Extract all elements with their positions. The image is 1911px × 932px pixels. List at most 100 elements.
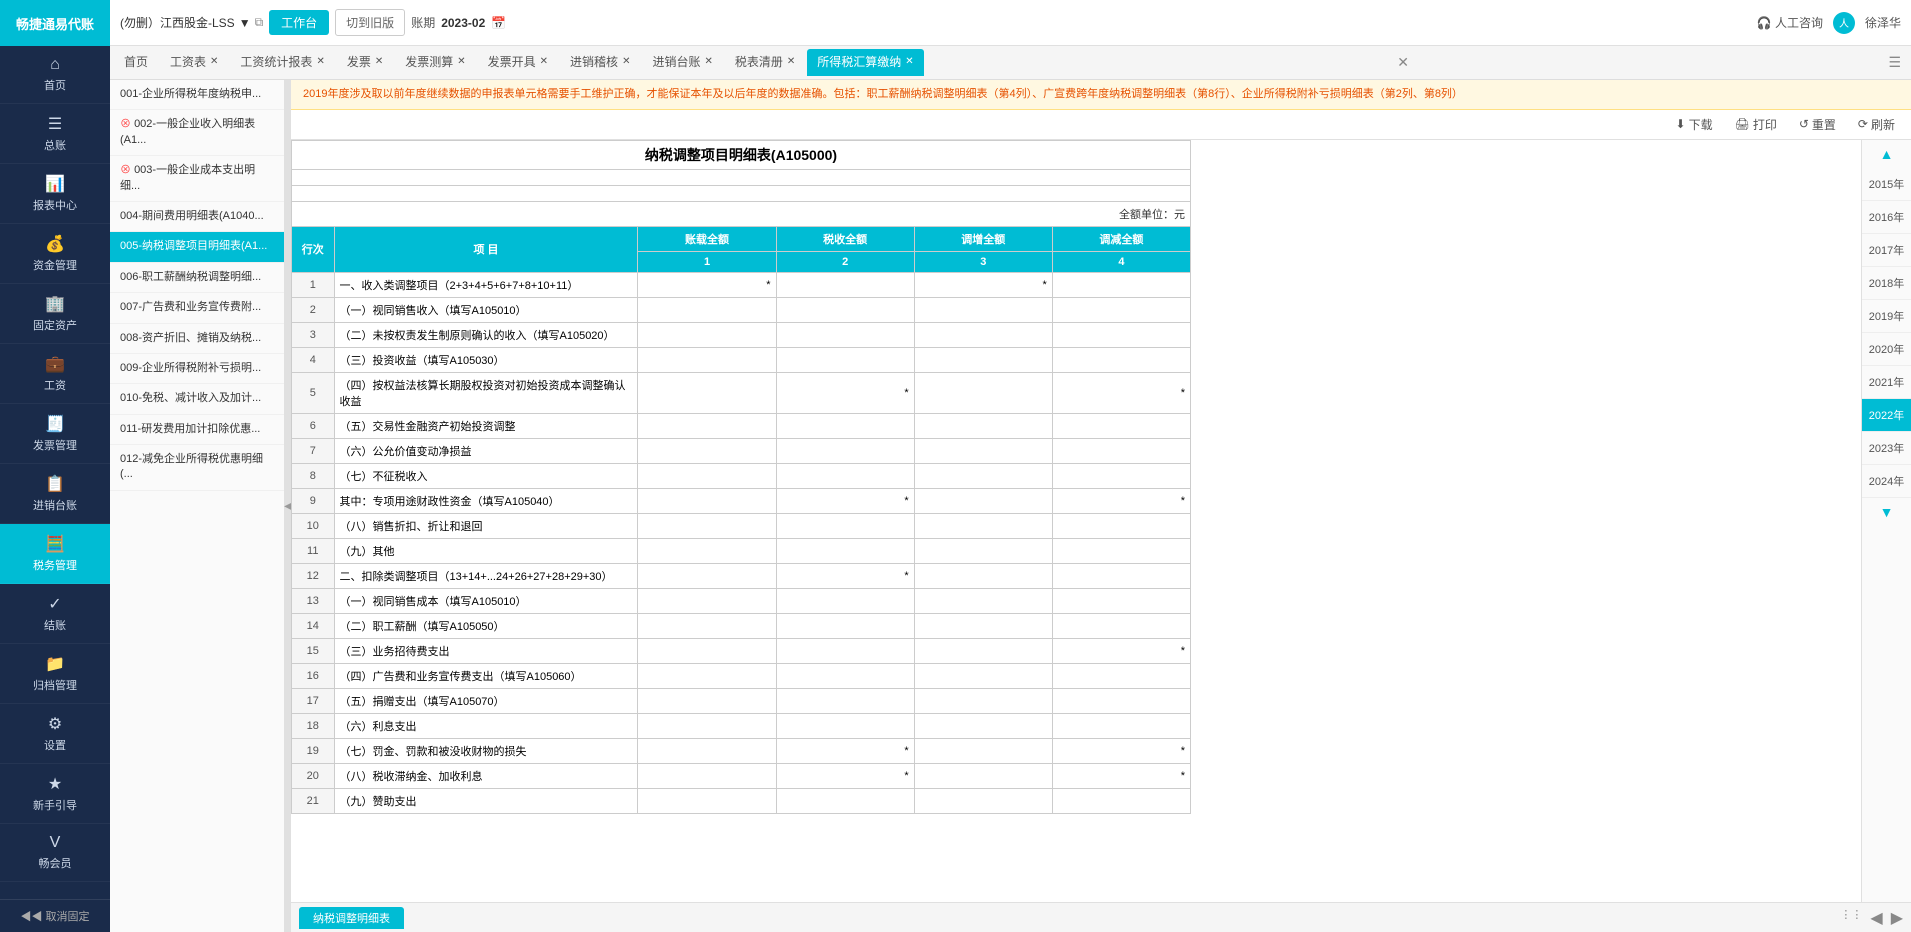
tabbar: 首页 工资表 ✕ 工资统计报表 ✕ 发票 ✕ 发票测算 ✕ 发票开具 ✕ 进销稽… bbox=[110, 46, 1911, 80]
year-2020[interactable]: 2020年 bbox=[1862, 333, 1911, 366]
tab-salary[interactable]: 工资表 ✕ bbox=[160, 49, 228, 76]
left-item-005[interactable]: 005-纳税调整项目明细表(A1... bbox=[110, 232, 284, 262]
sidebar-unpin[interactable]: ◀◀ 取消固定 bbox=[0, 899, 110, 932]
tab-purchase-ledger[interactable]: 进销台账 ✕ bbox=[642, 49, 722, 76]
refresh-button[interactable]: ⟳ 刷新 bbox=[1852, 114, 1901, 135]
year-2015[interactable]: 2015年 bbox=[1862, 168, 1911, 201]
user-name[interactable]: 徐泽华 bbox=[1865, 14, 1901, 31]
tab-invoice-close[interactable]: ✕ bbox=[375, 56, 383, 67]
year-2018[interactable]: 2018年 bbox=[1862, 267, 1911, 300]
tab-tax-list-close[interactable]: ✕ bbox=[787, 56, 795, 67]
tab-invoice-open-close[interactable]: ✕ bbox=[540, 56, 548, 67]
year-2016[interactable]: 2016年 bbox=[1862, 201, 1911, 234]
tab-purchase-check[interactable]: 进销稽核 ✕ bbox=[560, 49, 640, 76]
refresh-icon: ⟳ bbox=[1858, 117, 1868, 131]
tab-invoice-open[interactable]: 发票开具 ✕ bbox=[478, 49, 558, 76]
tab-income-tax[interactable]: 所得税汇算缴纳 ✕ bbox=[807, 49, 923, 76]
table-row: 8 （七）不征税收入 bbox=[292, 463, 1191, 488]
sheet-bottom-tab[interactable]: 纳税调整明细表 bbox=[299, 907, 404, 929]
sidebar-item-home[interactable]: ⌂ 首页 bbox=[0, 46, 110, 104]
year-2023[interactable]: 2023年 bbox=[1862, 432, 1911, 465]
year-nav-down[interactable]: ▼ bbox=[1862, 498, 1911, 526]
left-item-002[interactable]: ⊗ 002-一般企业收入明细表(A1... bbox=[110, 110, 284, 156]
table-row: 14 （二）职工薪酬（填写A105050） bbox=[292, 613, 1191, 638]
copy-icon[interactable]: ⧉ bbox=[255, 15, 264, 30]
calendar-icon[interactable]: 📅 bbox=[491, 16, 506, 30]
sidebar-item-tax[interactable]: 🧮 税务管理 bbox=[0, 524, 110, 584]
company-selector[interactable]: (勿删）江西股金-LSS ▼ ⧉ bbox=[120, 14, 263, 31]
sidebar-item-guide[interactable]: ★ 新手引导 bbox=[0, 764, 110, 824]
left-item-010[interactable]: 010-免税、减计收入及加计... bbox=[110, 384, 284, 414]
tab-invoice[interactable]: 发票 ✕ bbox=[337, 49, 393, 76]
print-button[interactable]: 🖨 打印 bbox=[1729, 114, 1783, 135]
table-row: 20 （八）税收滞纳金、加收利息 * * bbox=[292, 763, 1191, 788]
sidebar-item-report[interactable]: 📊 报表中心 bbox=[0, 164, 110, 224]
sidebar-item-assets[interactable]: 🏢 固定资产 bbox=[0, 284, 110, 344]
year-nav-up[interactable]: ▲ bbox=[1862, 140, 1911, 168]
sidebar-item-fund[interactable]: 💰 资金管理 bbox=[0, 224, 110, 284]
reset-button[interactable]: ↺ 重置 bbox=[1793, 114, 1842, 135]
sheet-title: 纳税调整项目明细表(A105000) bbox=[292, 140, 1191, 169]
sidebar-item-settings[interactable]: ⚙ 设置 bbox=[0, 704, 110, 764]
sidebar-item-archive[interactable]: 📁 归档管理 bbox=[0, 644, 110, 704]
year-2017[interactable]: 2017年 bbox=[1862, 234, 1911, 267]
sidebar-item-member[interactable]: V 畅会员 bbox=[0, 824, 110, 882]
left-item-012[interactable]: 012-减免企业所得税优惠明细(... bbox=[110, 445, 284, 491]
nav-right[interactable]: ▶ bbox=[1891, 908, 1903, 928]
switch-old-button[interactable]: 切到旧版 bbox=[335, 9, 405, 36]
left-item-001[interactable]: 001-企业所得税年度纳税申... bbox=[110, 80, 284, 110]
tab-tax-list[interactable]: 税表清册 ✕ bbox=[725, 49, 805, 76]
dropdown-icon: ▼ bbox=[239, 16, 251, 30]
sidebar-item-settle[interactable]: ✓ 结账 bbox=[0, 584, 110, 644]
tab-salary-report[interactable]: 工资统计报表 ✕ bbox=[230, 49, 334, 76]
user-avatar[interactable]: 人 bbox=[1833, 12, 1855, 34]
year-2021[interactable]: 2021年 bbox=[1862, 366, 1911, 399]
download-button[interactable]: ⬇ 下载 bbox=[1670, 114, 1719, 135]
table-row: 17 （五）捐赠支出（填写A105070） bbox=[292, 688, 1191, 713]
nav-left[interactable]: ◀ bbox=[1870, 908, 1882, 928]
year-2022[interactable]: 2022年 bbox=[1862, 399, 1911, 432]
tab-invoice-calc-close[interactable]: ✕ bbox=[457, 56, 465, 67]
download-icon: ⬇ bbox=[1676, 117, 1686, 131]
content-area: 001-企业所得税年度纳税申... ⊗ 002-一般企业收入明细表(A1... … bbox=[110, 80, 1911, 932]
tab-salary-report-close[interactable]: ✕ bbox=[316, 56, 324, 67]
archive-icon: 📁 bbox=[45, 654, 65, 674]
table-row: 10 （八）销售折扣、折让和退回 bbox=[292, 513, 1191, 538]
left-item-006[interactable]: 006-职工薪酬纳税调整明细... bbox=[110, 263, 284, 293]
year-2024[interactable]: 2024年 bbox=[1862, 465, 1911, 498]
table-row: 12 二、扣除类调整项目（13+14+...24+26+27+28+29+30）… bbox=[292, 563, 1191, 588]
left-item-008[interactable]: 008-资产折旧、摊销及纳税... bbox=[110, 324, 284, 354]
col-header-c1: 账载全额 bbox=[638, 226, 776, 251]
sheet-main[interactable]: 纳税调整项目明细表(A105000) bbox=[291, 140, 1861, 903]
service-btn[interactable]: 🎧 人工咨询 bbox=[1757, 14, 1823, 31]
left-item-003[interactable]: ⊗ 003-一般企业成本支出明细... bbox=[110, 156, 284, 202]
left-item-011[interactable]: 011-研发费用加计扣除优惠... bbox=[110, 415, 284, 445]
sidebar-item-ledger[interactable]: ☰ 总账 bbox=[0, 104, 110, 164]
tab-salary-close[interactable]: ✕ bbox=[210, 56, 218, 67]
workbench-button[interactable]: 工作台 bbox=[269, 10, 329, 35]
tab-purchase-ledger-close[interactable]: ✕ bbox=[704, 56, 712, 67]
sheet-bottom-nav: ⋮⋮ ◀ ▶ bbox=[1840, 908, 1903, 928]
left-item-009[interactable]: 009-企业所得税附补亏损明... bbox=[110, 354, 284, 384]
sidebar-item-invoice[interactable]: 🧾 发票管理 bbox=[0, 404, 110, 464]
table-row bbox=[292, 185, 1191, 201]
period-value: 2023-02 bbox=[441, 16, 485, 30]
year-nav: ▲ 2015年 2016年 2017年 2018年 2019年 2020年 20… bbox=[1861, 140, 1911, 903]
tab-purchase-check-close[interactable]: ✕ bbox=[622, 56, 630, 67]
tabbar-close-all[interactable]: ✕ bbox=[1391, 54, 1415, 71]
sidebar-item-purchase[interactable]: 📋 进销台账 bbox=[0, 464, 110, 524]
tab-invoice-calc[interactable]: 发票测算 ✕ bbox=[395, 49, 475, 76]
tabbar-more[interactable]: ☰ bbox=[1882, 54, 1907, 71]
left-item-007[interactable]: 007-广告费和业务宣传费附... bbox=[110, 293, 284, 323]
fund-icon: 💰 bbox=[45, 234, 65, 254]
invoice-icon: 🧾 bbox=[45, 414, 65, 434]
sidebar-item-salary[interactable]: 💼 工资 bbox=[0, 344, 110, 404]
year-2019[interactable]: 2019年 bbox=[1862, 300, 1911, 333]
table-row: 4 （三）投资收益（填写A105030） bbox=[292, 347, 1191, 372]
col-header-rownum: 行次 bbox=[292, 226, 335, 272]
print-icon: 🖨 bbox=[1735, 117, 1750, 131]
tab-income-tax-close[interactable]: ✕ bbox=[905, 56, 913, 67]
left-item-004[interactable]: 004-期间费用明细表(A1040... bbox=[110, 202, 284, 232]
tab-home[interactable]: 首页 bbox=[114, 49, 158, 76]
settle-icon: ✓ bbox=[48, 594, 61, 614]
